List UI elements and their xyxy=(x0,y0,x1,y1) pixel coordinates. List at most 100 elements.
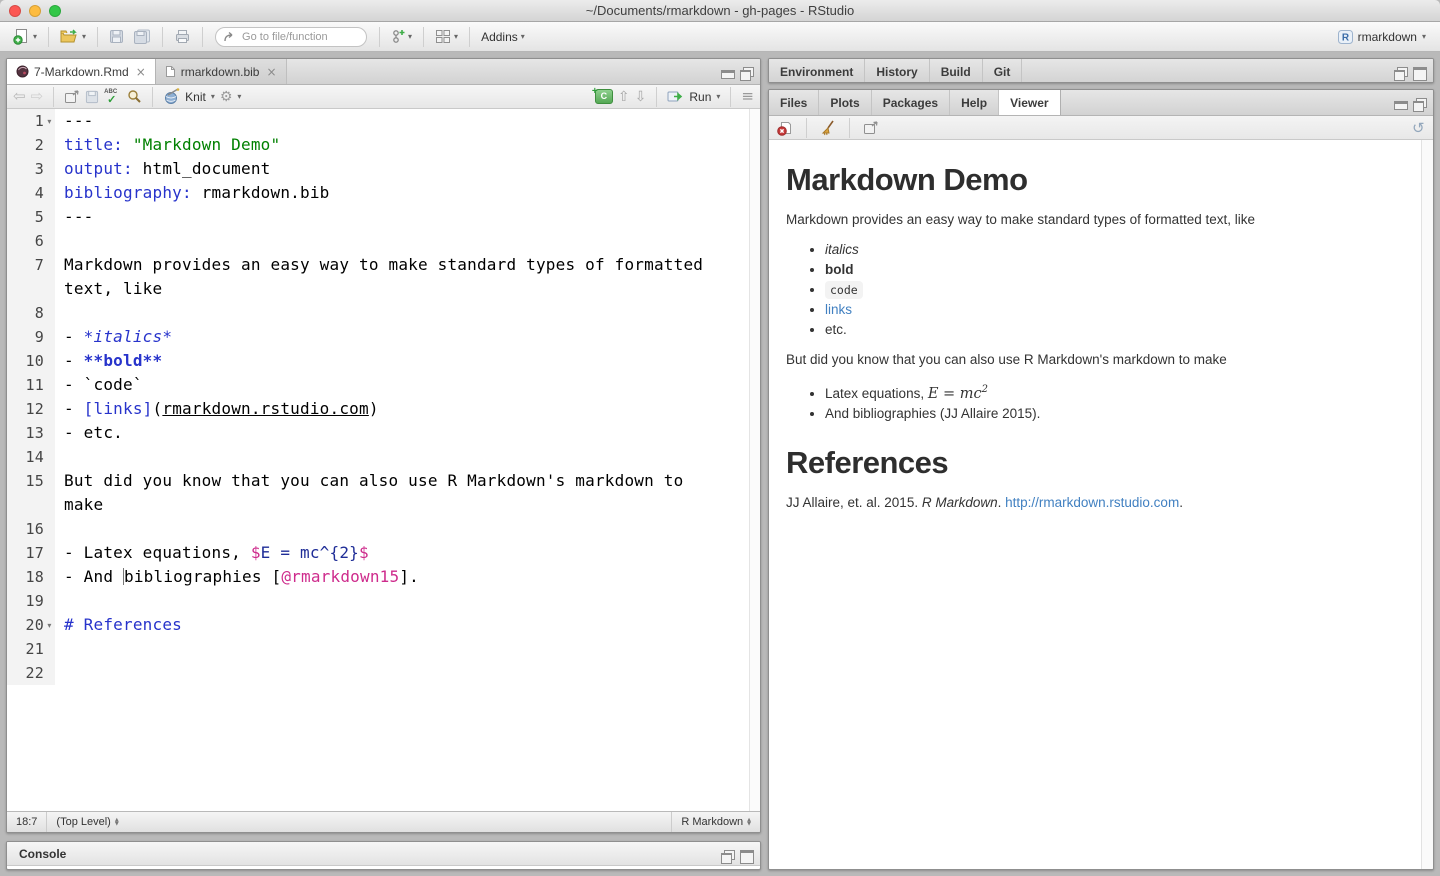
run-dropdown-icon[interactable]: ▾ xyxy=(716,92,720,101)
workspace-panes-button[interactable]: ▾ xyxy=(432,27,461,46)
code-line[interactable]: 19 xyxy=(7,589,760,613)
viewer-scrollbar[interactable] xyxy=(1421,140,1433,869)
fold-arrow-icon[interactable]: ▾ xyxy=(44,614,55,638)
tab-plots[interactable]: Plots xyxy=(819,90,871,115)
panes-dropdown-icon[interactable]: ▾ xyxy=(454,32,458,41)
code-line[interactable]: 7 Markdown provides an easy way to make … xyxy=(7,253,760,277)
code-editor[interactable]: 1▾---2 title: "Markdown Demo"3 output: h… xyxy=(7,109,760,811)
project-menu-button[interactable]: R rmarkdown ▾ xyxy=(1338,30,1430,44)
links-hyperlink[interactable]: links xyxy=(825,302,852,317)
code-line[interactable]: 12 - [links](rmarkdown.rstudio.com) xyxy=(7,397,760,421)
version-control-button[interactable]: ▾ xyxy=(388,27,415,47)
code-line[interactable]: 9 - *italics* xyxy=(7,325,760,349)
code-line[interactable]: 20▾# References xyxy=(7,613,760,637)
close-window-button[interactable] xyxy=(9,5,21,17)
save-icon[interactable] xyxy=(85,90,99,104)
minimize-pane-icon[interactable] xyxy=(1394,98,1407,109)
restore-pane-icon[interactable] xyxy=(1394,67,1407,78)
minimize-pane-icon[interactable] xyxy=(721,67,734,78)
filetype-selector[interactable]: R Markdown ▲▼ xyxy=(672,812,760,832)
find-replace-icon[interactable] xyxy=(127,89,142,104)
list-item: bold xyxy=(825,260,1397,280)
code-line[interactable]: 22 xyxy=(7,661,760,685)
fold-arrow-icon[interactable]: ▾ xyxy=(44,110,55,134)
spellcheck-icon[interactable]: ABC ✓ xyxy=(104,89,122,105)
minimize-window-button[interactable] xyxy=(29,5,41,17)
run-next-icon[interactable]: ⇩ xyxy=(635,90,647,104)
back-icon[interactable]: ⇦ xyxy=(13,89,26,104)
code-line[interactable]: 18 - And bibliographies [@rmarkdown15]. xyxy=(7,565,760,589)
console-header[interactable]: Console xyxy=(7,842,760,866)
document-outline-icon[interactable]: ≡ xyxy=(741,89,754,104)
print-button[interactable] xyxy=(171,27,194,46)
code-line[interactable]: make xyxy=(7,493,760,517)
code-line[interactable]: 11 - `code` xyxy=(7,373,760,397)
new-file-dropdown-icon[interactable]: ▾ xyxy=(33,32,37,41)
broom-icon[interactable] xyxy=(820,120,836,136)
code-line[interactable]: 3 output: html_document xyxy=(7,157,760,181)
refresh-icon[interactable]: ↻ xyxy=(1412,119,1425,137)
save-all-button[interactable] xyxy=(130,27,154,46)
open-file-button[interactable]: ▾ xyxy=(57,27,89,46)
code-line[interactable]: 8 xyxy=(7,301,760,325)
gear-icon[interactable]: ⚙ xyxy=(220,90,233,104)
tab-packages[interactable]: Packages xyxy=(872,90,950,115)
popout-window-icon[interactable] xyxy=(64,90,80,104)
tab-build[interactable]: Build xyxy=(930,59,983,83)
scope-selector[interactable]: (Top Level) ▲▼ xyxy=(47,812,127,832)
tab-files[interactable]: Files xyxy=(769,90,819,115)
code-text xyxy=(55,445,64,469)
knit-dropdown-icon[interactable]: ▾ xyxy=(211,92,215,101)
maximize-pane-icon[interactable] xyxy=(1413,98,1426,109)
close-tab-icon[interactable]: × xyxy=(136,65,146,79)
code-line[interactable]: text, like xyxy=(7,277,760,301)
tab-7-markdown-rmd[interactable]: 7-Markdown.Rmd × xyxy=(7,59,156,84)
maximize-pane-icon[interactable] xyxy=(1413,67,1426,78)
code-line[interactable]: 1▾--- xyxy=(7,109,760,133)
cursor-position: 18:7 xyxy=(7,812,46,832)
line-number: 11 xyxy=(7,373,55,397)
tab-environment[interactable]: Environment xyxy=(769,59,865,83)
r-project-icon: R xyxy=(1338,30,1353,44)
goto-file-input[interactable] xyxy=(215,27,367,47)
code-line[interactable]: 5 --- xyxy=(7,205,760,229)
new-file-button[interactable]: ▾ xyxy=(10,26,40,47)
knit-button[interactable]: Knit xyxy=(185,90,206,104)
tab-rmarkdown-bib[interactable]: rmarkdown.bib × xyxy=(156,59,287,84)
stop-viewer-icon[interactable] xyxy=(777,120,793,136)
code-line[interactable]: 17 - Latex equations, $E = mc^{2}$ xyxy=(7,541,760,565)
tab-history[interactable]: History xyxy=(865,59,929,83)
code-line[interactable]: 14 xyxy=(7,445,760,469)
gear-dropdown-icon[interactable]: ▾ xyxy=(237,92,241,101)
code-line[interactable]: 13 - etc. xyxy=(7,421,760,445)
knit-icon[interactable] xyxy=(163,88,180,105)
code-line[interactable]: 2 title: "Markdown Demo" xyxy=(7,133,760,157)
reference-hyperlink[interactable]: http://rmarkdown.rstudio.com xyxy=(1005,495,1179,510)
run-previous-icon[interactable]: ⇧ xyxy=(618,90,630,104)
maximize-pane-icon[interactable] xyxy=(740,67,753,78)
run-button[interactable]: Run xyxy=(689,90,711,104)
code-line[interactable]: 16 xyxy=(7,517,760,541)
open-file-dropdown-icon[interactable]: ▾ xyxy=(82,32,86,41)
insert-chunk-button[interactable]: C xyxy=(595,89,613,104)
code-text: make xyxy=(55,493,103,517)
code-line[interactable]: 10 - **bold** xyxy=(7,349,760,373)
editor-scrollbar[interactable] xyxy=(749,109,760,811)
tab-help[interactable]: Help xyxy=(950,90,999,115)
close-tab-icon[interactable]: × xyxy=(266,65,276,79)
save-button[interactable] xyxy=(106,27,127,46)
tab-viewer[interactable]: Viewer xyxy=(999,90,1060,115)
code-line[interactable]: 4 bibliography: rmarkdown.bib xyxy=(7,181,760,205)
code-line[interactable]: 6 xyxy=(7,229,760,253)
forward-icon[interactable]: ⇨ xyxy=(31,89,44,104)
tab-git[interactable]: Git xyxy=(983,59,1023,83)
code-line[interactable]: 21 xyxy=(7,637,760,661)
code-line[interactable]: 15 But did you know that you can also us… xyxy=(7,469,760,493)
run-icon[interactable] xyxy=(667,90,684,103)
popout-window-icon[interactable] xyxy=(863,121,879,135)
zoom-window-button[interactable] xyxy=(49,5,61,17)
restore-pane-icon[interactable] xyxy=(721,850,734,861)
addins-button[interactable]: Addins ▾ xyxy=(478,28,528,46)
maximize-pane-icon[interactable] xyxy=(740,850,753,861)
version-control-dropdown-icon[interactable]: ▾ xyxy=(408,32,412,41)
